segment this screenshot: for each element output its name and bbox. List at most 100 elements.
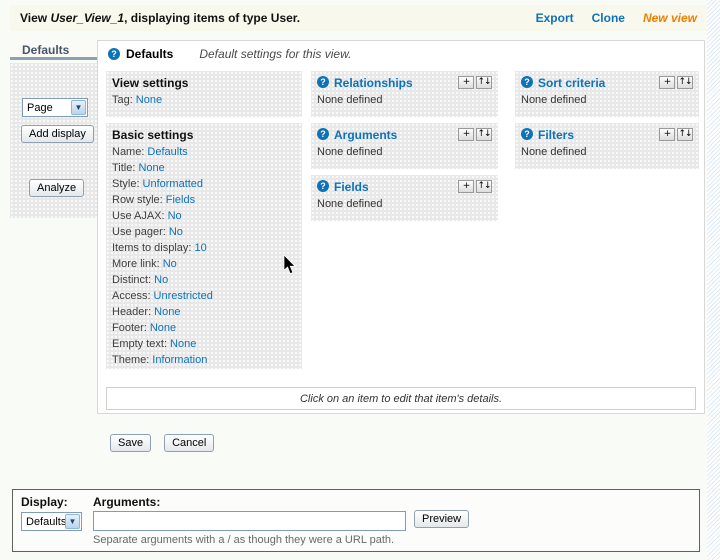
setting-value-link[interactable]: No bbox=[168, 210, 182, 222]
relationships-empty: None defined bbox=[317, 94, 383, 106]
panel-subtitle: Default settings for this view. bbox=[199, 47, 352, 61]
relationships-actions: + ↑↓ bbox=[458, 76, 492, 89]
arguments-label: Arguments: bbox=[93, 495, 161, 509]
setting-value-link[interactable]: None bbox=[150, 322, 176, 334]
arguments-empty: None defined bbox=[317, 146, 383, 158]
rearrange-icon[interactable]: ↑↓ bbox=[677, 128, 693, 141]
setting-value-link[interactable]: No bbox=[169, 226, 183, 238]
panel-title: Defaults bbox=[126, 47, 174, 61]
arguments-input[interactable] bbox=[93, 511, 406, 531]
setting-label: Distinct: bbox=[112, 274, 152, 286]
add-display-button[interactable]: Add display bbox=[21, 125, 94, 143]
setting-value-link[interactable]: None bbox=[170, 338, 196, 350]
mouse-cursor bbox=[283, 255, 296, 275]
setting-label: Row style: bbox=[112, 194, 163, 206]
view-title-bar: View User_View_1, displaying items of ty… bbox=[10, 5, 707, 31]
chevron-down-icon: ▼ bbox=[71, 100, 86, 115]
rearrange-icon[interactable]: ↑↓ bbox=[476, 128, 492, 141]
filters-header: ? Filters + ↑↓ bbox=[521, 128, 693, 142]
setting-label: Use pager: bbox=[112, 226, 166, 238]
setting-label: Style: bbox=[112, 178, 140, 190]
setting-value-link[interactable]: Unrestricted bbox=[154, 290, 213, 302]
setting-row: Empty text: None bbox=[112, 336, 296, 352]
setting-row: Use AJAX: No bbox=[112, 208, 296, 224]
arguments-header: ? Arguments + ↑↓ bbox=[317, 128, 492, 142]
help-icon[interactable]: ? bbox=[317, 180, 329, 192]
rearrange-icon[interactable]: ↑↓ bbox=[677, 76, 693, 89]
preview-display-select[interactable]: Defaults ▼ bbox=[21, 512, 82, 531]
fields-box: ? Fields + ↑↓ None defined bbox=[311, 175, 498, 221]
display-edit-panel: ? Defaults Default settings for this vie… bbox=[97, 40, 705, 414]
setting-row: Footer: None bbox=[112, 320, 296, 336]
title-prefix: View bbox=[20, 11, 51, 25]
relationships-header: ? Relationships + ↑↓ bbox=[317, 76, 492, 90]
basic-settings-header: Basic settings bbox=[112, 128, 296, 142]
relationships-box: ? Relationships + ↑↓ None defined bbox=[311, 71, 498, 117]
setting-label: More link: bbox=[112, 258, 160, 270]
arguments-box: ? Arguments + ↑↓ None defined bbox=[311, 123, 498, 169]
relationships-title-link[interactable]: Relationships bbox=[334, 76, 413, 90]
clone-link[interactable]: Clone bbox=[592, 11, 625, 25]
add-icon[interactable]: + bbox=[458, 128, 474, 141]
page-background-pattern bbox=[707, 0, 720, 560]
rearrange-icon[interactable]: ↑↓ bbox=[476, 180, 492, 193]
setting-value-link[interactable]: Unformatted bbox=[143, 178, 204, 190]
rearrange-icon[interactable]: ↑↓ bbox=[476, 76, 492, 89]
basic-settings-list: Name: Defaults Title: None Style: Unformatt… bbox=[112, 144, 296, 368]
setting-value-link[interactable]: None bbox=[136, 94, 162, 106]
display-type-select[interactable]: Page ▼ bbox=[22, 98, 88, 117]
view-settings-box: View settings Tag: None bbox=[106, 71, 302, 117]
setting-label: Name: bbox=[112, 146, 145, 158]
fields-title-link[interactable]: Fields bbox=[334, 180, 369, 194]
preview-button[interactable]: Preview bbox=[414, 510, 470, 528]
preview-display-value: Defaults bbox=[26, 515, 67, 528]
help-icon[interactable]: ? bbox=[317, 76, 329, 88]
setting-value-link[interactable]: Fields bbox=[166, 194, 195, 206]
setting-row: Distinct: No bbox=[112, 272, 296, 288]
page-title: View User_View_1, displaying items of ty… bbox=[20, 11, 518, 25]
help-icon[interactable]: ? bbox=[521, 128, 533, 140]
setting-value-link[interactable]: None bbox=[154, 306, 180, 318]
form-actions: Save Cancel bbox=[110, 434, 215, 452]
display-sidebar: Defaults Page ▼ Add display Analyze bbox=[10, 40, 97, 218]
fields-actions: + ↑↓ bbox=[458, 180, 492, 193]
sort-criteria-empty: None defined bbox=[521, 94, 587, 106]
setting-row: Items to display: 10 bbox=[112, 240, 296, 256]
sort-criteria-box: ? Sort criteria + ↑↓ None defined bbox=[515, 71, 699, 117]
sidebar-body: Page ▼ Add display Analyze bbox=[10, 63, 97, 218]
add-icon[interactable]: + bbox=[659, 128, 675, 141]
save-button[interactable]: Save bbox=[110, 434, 152, 452]
help-icon[interactable]: ? bbox=[108, 48, 120, 60]
filters-empty: None defined bbox=[521, 146, 587, 158]
basic-settings-title: Basic settings bbox=[112, 128, 194, 142]
filters-title-link[interactable]: Filters bbox=[538, 128, 574, 142]
setting-value-link[interactable]: No bbox=[154, 274, 168, 286]
cancel-button[interactable]: Cancel bbox=[164, 434, 215, 452]
export-link[interactable]: Export bbox=[536, 11, 574, 25]
analyze-button[interactable]: Analyze bbox=[29, 179, 85, 197]
sort-criteria-actions: + ↑↓ bbox=[659, 76, 693, 89]
setting-value-link[interactable]: None bbox=[138, 162, 164, 174]
add-icon[interactable]: + bbox=[659, 76, 675, 89]
setting-label: Use AJAX: bbox=[112, 210, 165, 222]
setting-value-link[interactable]: No bbox=[163, 258, 177, 270]
fields-header: ? Fields + ↑↓ bbox=[317, 180, 492, 194]
setting-value-link[interactable]: 10 bbox=[194, 242, 206, 254]
add-icon[interactable]: + bbox=[458, 180, 474, 193]
sort-criteria-title-link[interactable]: Sort criteria bbox=[538, 76, 605, 90]
setting-row: More link: No bbox=[112, 256, 296, 272]
setting-row: Style: Unformatted bbox=[112, 176, 296, 192]
arguments-title-link[interactable]: Arguments bbox=[334, 128, 397, 142]
add-icon[interactable]: + bbox=[458, 76, 474, 89]
setting-label: Items to display: bbox=[112, 242, 192, 254]
setting-value-link[interactable]: Information bbox=[152, 354, 207, 366]
display-type-value: Page bbox=[27, 101, 53, 114]
setting-value-link[interactable]: Defaults bbox=[147, 146, 187, 158]
help-icon[interactable]: ? bbox=[317, 128, 329, 140]
chevron-down-icon: ▼ bbox=[65, 514, 80, 529]
basic-settings-box: Basic settings Name: Defaults Title: None … bbox=[106, 123, 302, 369]
help-icon[interactable]: ? bbox=[521, 76, 533, 88]
view-settings-list: Tag: None bbox=[112, 92, 296, 108]
new-view-link[interactable]: New view bbox=[643, 11, 697, 25]
tab-defaults[interactable]: Defaults bbox=[10, 40, 97, 60]
